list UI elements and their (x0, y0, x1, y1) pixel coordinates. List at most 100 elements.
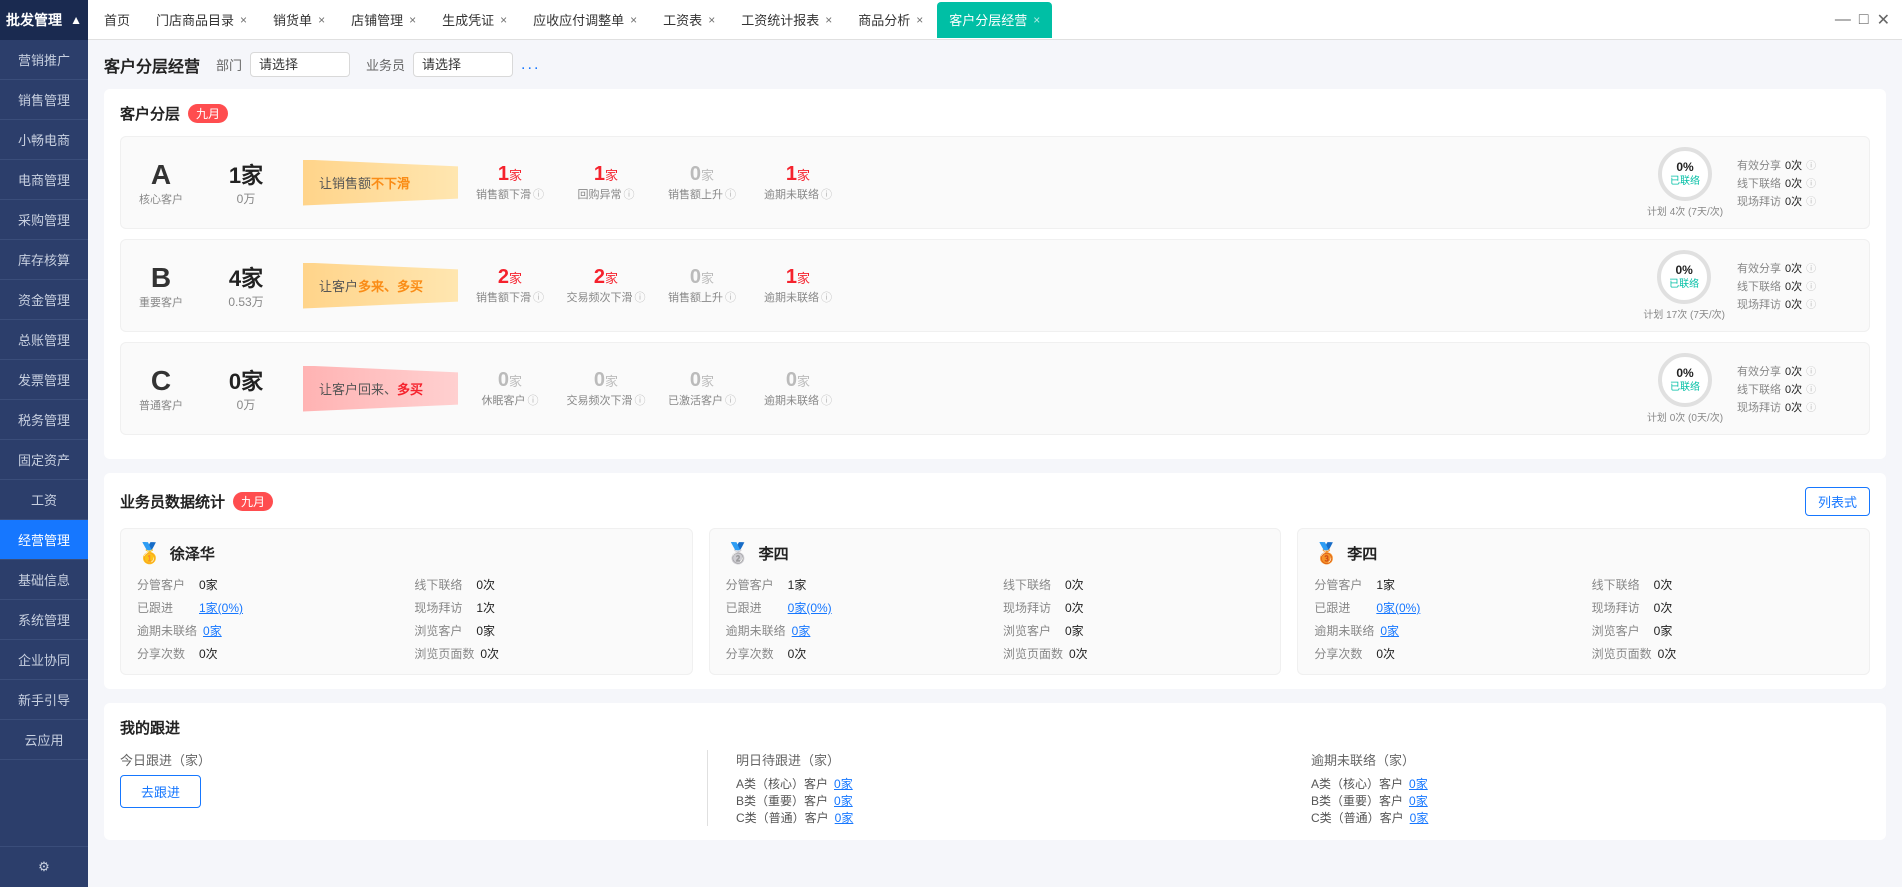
sidebar-item-qyxy[interactable]: 企业协同 (0, 640, 88, 680)
info-icon[interactable]: ⓘ (635, 289, 646, 305)
tab-销货单[interactable]: 销货单× (261, 2, 337, 38)
staff-metric: 线下联络0次 (414, 576, 675, 593)
tab-close-icon[interactable]: × (1033, 13, 1040, 27)
bottom-item-val[interactable]: 0家 (834, 775, 853, 792)
right-stat-val: 0次 (1785, 296, 1802, 312)
stat-label: 休眠客户 ⓘ (482, 392, 539, 408)
tab-label: 工资统计报表 (741, 10, 819, 29)
tab-close-icon[interactable]: × (630, 13, 637, 27)
sidebar-item-ssgl[interactable]: 税务管理 (0, 400, 88, 440)
info-icon[interactable]: ⓘ (1806, 260, 1816, 275)
overdue-item: B类（重要）客户0家 (1311, 792, 1854, 809)
tab-客户分层经营[interactable]: 客户分层经营× (937, 2, 1052, 38)
staff-metric: 现场拜访1次 (414, 599, 675, 616)
tab-close-icon[interactable]: × (916, 13, 923, 27)
staff-select[interactable]: 请选择 (413, 52, 513, 77)
tab-close-icon[interactable]: × (708, 13, 715, 27)
tab-门店商品目录[interactable]: 门店商品目录 × (144, 2, 259, 38)
info-icon[interactable]: ⓘ (725, 186, 736, 202)
info-icon[interactable]: ⓘ (533, 186, 544, 202)
sidebar-item-xsyd[interactable]: 新手引导 (0, 680, 88, 720)
info-icon[interactable]: ⓘ (1806, 363, 1816, 378)
info-icon[interactable]: ⓘ (725, 392, 736, 408)
info-icon[interactable]: ⓘ (533, 289, 544, 305)
tab-首页[interactable]: 首页 (92, 2, 142, 38)
filter-more-icon[interactable]: ... (521, 56, 540, 74)
info-icon[interactable]: ⓘ (1806, 193, 1816, 208)
bottom-item-val[interactable]: 0家 (834, 792, 853, 809)
info-icon[interactable]: ⓘ (1806, 399, 1816, 414)
tab-工资统计报表[interactable]: 工资统计报表 × (729, 2, 844, 38)
sidebar-item-jygl[interactable]: 经营管理 (0, 520, 88, 560)
metric-val[interactable]: 1家(0%) (199, 599, 243, 616)
sidebar-toggle-icon[interactable]: ▲ (70, 13, 82, 27)
sidebar-item-kche[interactable]: 库存核算 (0, 240, 88, 280)
sidebar-item-gz[interactable]: 工资 (0, 480, 88, 520)
tier-letter: B (151, 262, 171, 294)
tab-店铺管理[interactable]: 店铺管理× (339, 2, 428, 38)
tier-stats: 1家销售额下滑 ⓘ1家回购异常 ⓘ0家销售额上升 ⓘ1家逾期未联络 ⓘ (470, 163, 1633, 202)
metric-val[interactable]: 0家(0%) (788, 599, 832, 616)
info-icon[interactable]: ⓘ (725, 289, 736, 305)
staff-metric: 分管客户1家 (1314, 576, 1575, 593)
metric-val[interactable]: 0家(0%) (1376, 599, 1420, 616)
close-icon[interactable]: ✕ (1877, 10, 1890, 30)
bottom-item-val[interactable]: 0家 (1410, 809, 1429, 826)
staff-metric: 浏览页面数0次 (414, 645, 675, 662)
info-icon[interactable]: ⓘ (1806, 157, 1816, 172)
customer-section-badge: 九月 (188, 104, 228, 123)
goto-followup-button[interactable]: 去跟进 (120, 775, 201, 808)
metric-val[interactable]: 0家 (792, 622, 811, 639)
minimize-icon[interactable]: — (1835, 11, 1851, 29)
sidebar-item-dsgl[interactable]: 电商管理 (0, 160, 88, 200)
info-icon[interactable]: ⓘ (635, 392, 646, 408)
bottom-item-val[interactable]: 0家 (835, 809, 854, 826)
bottom-item-val[interactable]: 0家 (1409, 775, 1428, 792)
tab-商品分析[interactable]: 商品分析× (846, 2, 935, 38)
tab-close-icon[interactable]: × (240, 13, 247, 27)
staff-header: 🥉李四 (1314, 541, 1853, 566)
settings-gear-icon[interactable]: ⚙ (0, 846, 88, 887)
info-icon[interactable]: ⓘ (1806, 381, 1816, 396)
staff-metrics: 分管客户0家线下联络0次已跟进1家(0%)现场拜访1次逾期未联络0家浏览客户0家… (137, 576, 676, 662)
sidebar-item-xtgl[interactable]: 系统管理 (0, 600, 88, 640)
sidebar-item-zjgl[interactable]: 资金管理 (0, 280, 88, 320)
tab-生成凭证[interactable]: 生成凭证× (430, 2, 519, 38)
tab-应收应付调整单[interactable]: 应收应付调整单× (521, 2, 649, 38)
metric-val[interactable]: 0家 (203, 622, 222, 639)
info-icon[interactable]: ⓘ (821, 186, 832, 202)
info-icon[interactable]: ⓘ (1806, 278, 1816, 293)
bottom-item-val[interactable]: 0家 (1409, 792, 1428, 809)
tab-label: 门店商品目录 (156, 10, 234, 29)
info-icon[interactable]: ⓘ (1806, 175, 1816, 190)
info-icon[interactable]: ⓘ (821, 392, 832, 408)
tier-row-a: A核心客户1家0万让销售额不下滑1家销售额下滑 ⓘ1家回购异常 ⓘ0家销售额上升… (120, 136, 1870, 229)
followup-title: 我的跟进 (120, 717, 180, 738)
restore-icon[interactable]: □ (1859, 11, 1869, 29)
sidebar-item-yxtt[interactable]: 营销推广 (0, 40, 88, 80)
tab-工资表[interactable]: 工资表× (651, 2, 727, 38)
tab-close-icon[interactable]: × (500, 13, 507, 27)
sidebar-item-gdzy[interactable]: 固定资产 (0, 440, 88, 480)
sidebar-item-fpgl[interactable]: 发票管理 (0, 360, 88, 400)
followup-header: 我的跟进 (120, 717, 1870, 738)
info-icon[interactable]: ⓘ (624, 186, 635, 202)
info-icon[interactable]: ⓘ (1806, 296, 1816, 311)
tab-close-icon[interactable]: × (825, 13, 832, 27)
tab-close-icon[interactable]: × (409, 13, 416, 27)
tier-bar-label: 让销售额不下滑 (303, 173, 410, 192)
sidebar-item-xsgl[interactable]: 销售管理 (0, 80, 88, 120)
sidebar-item-yyyx[interactable]: 云应用 (0, 720, 88, 760)
list-view-button[interactable]: 列表式 (1805, 487, 1870, 516)
tab-close-icon[interactable]: × (318, 13, 325, 27)
sidebar-item-xbdc[interactable]: 小畅电商 (0, 120, 88, 160)
sidebar-item-jcxx[interactable]: 基础信息 (0, 560, 88, 600)
sidebar-item-zzgl[interactable]: 总账管理 (0, 320, 88, 360)
overdue-followup-col: 逾期未联络（家） A类（核心）客户0家B类（重要）客户0家C类（普通）客户0家 (1295, 750, 1870, 826)
dept-select[interactable]: 请选择 (250, 52, 350, 77)
metric-val[interactable]: 0家 (1380, 622, 1399, 639)
staff-metric: 逾期未联络0家 (137, 622, 398, 639)
info-icon[interactable]: ⓘ (528, 392, 539, 408)
sidebar-item-cggl[interactable]: 采购管理 (0, 200, 88, 240)
info-icon[interactable]: ⓘ (821, 289, 832, 305)
